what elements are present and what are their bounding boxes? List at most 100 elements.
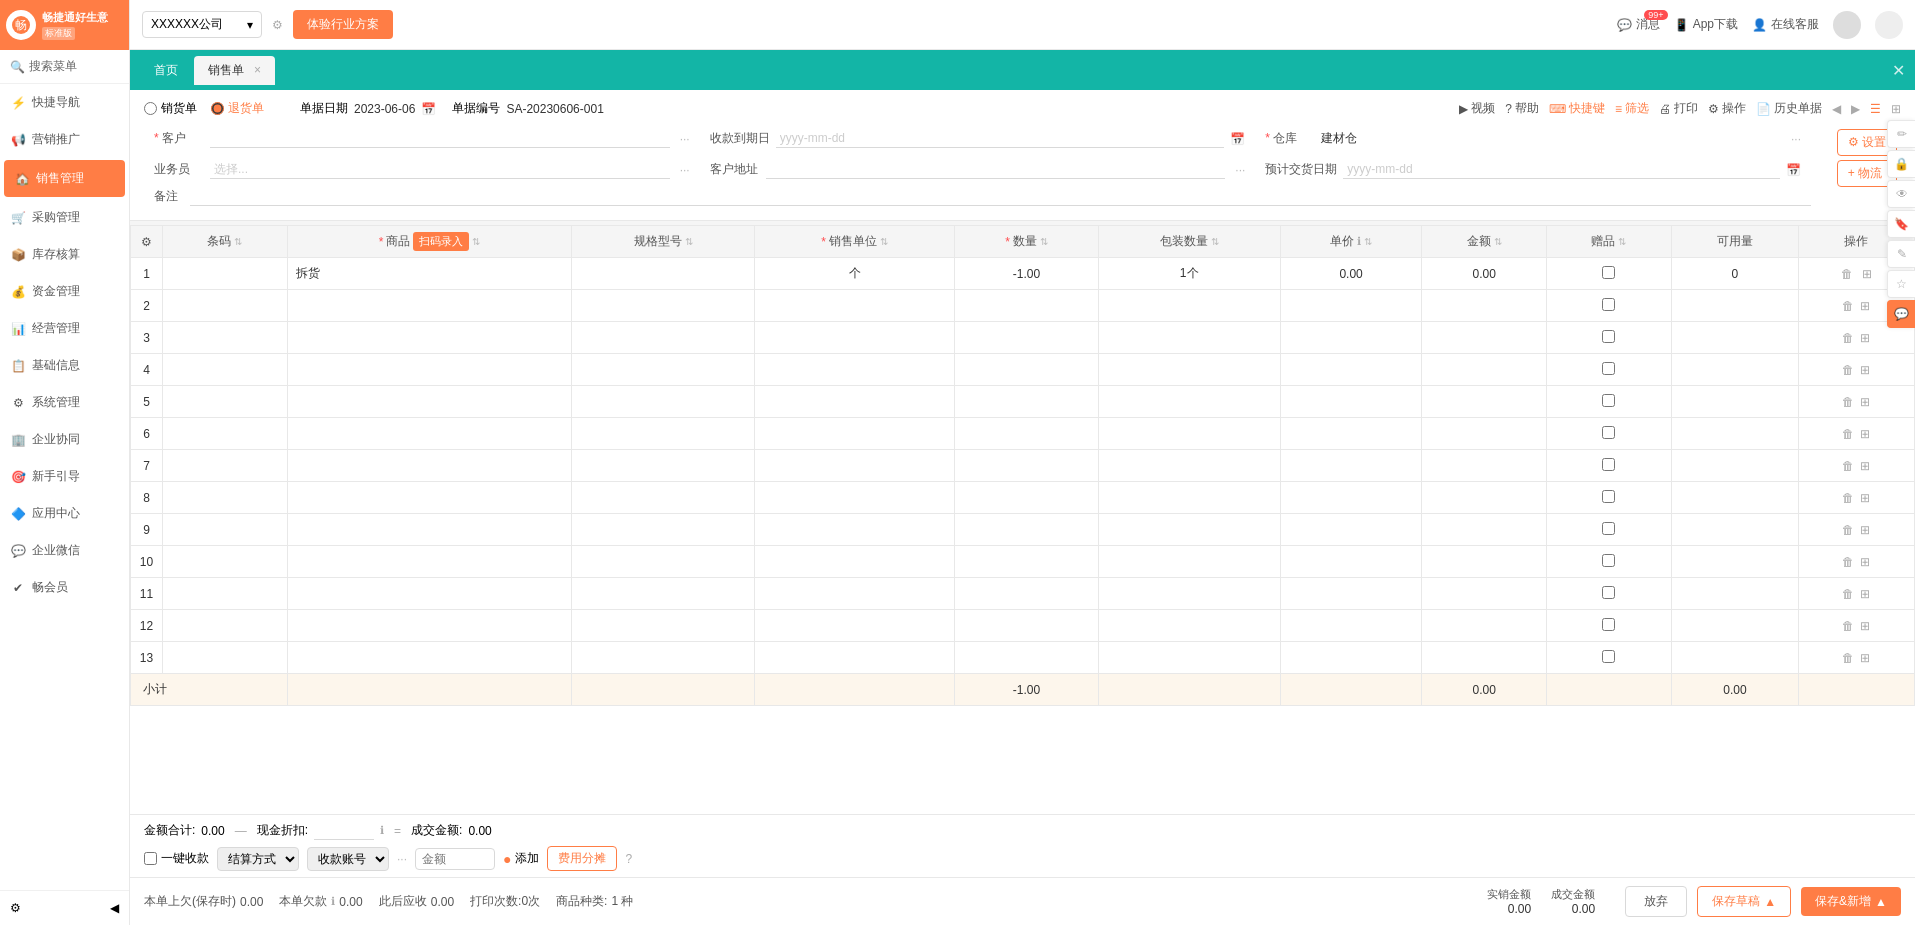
salesperson-input[interactable] — [210, 160, 670, 179]
expected-date-calendar-icon[interactable]: 📅 — [1786, 163, 1801, 177]
filter-btn[interactable]: ≡ 筛选 — [1615, 100, 1649, 117]
shortcut-btn[interactable]: ⌨ 快捷键 — [1549, 100, 1605, 117]
notes-input[interactable] — [190, 187, 1811, 206]
grid-view-icon[interactable]: ⊞ — [1891, 102, 1901, 116]
save-draft-button[interactable]: 保存草稿 ▲ — [1697, 886, 1791, 917]
scan-button[interactable]: 扫码录入 — [413, 232, 469, 251]
tab-home[interactable]: 首页 — [140, 56, 192, 85]
pkg-qty-sort-icon[interactable]: ⇅ — [1211, 236, 1219, 247]
next-icon[interactable]: ▶ — [1851, 102, 1860, 116]
tab-close-icon[interactable]: × — [254, 63, 261, 77]
print-btn[interactable]: 🖨 打印 — [1659, 100, 1698, 117]
tab-sales[interactable]: 销售单 × — [194, 56, 275, 85]
delete-icon[interactable]: 🗑 — [1842, 459, 1854, 473]
page-close-icon[interactable]: ✕ — [1892, 61, 1905, 80]
sidebar-item-sales[interactable]: 🏠 销售管理 — [4, 160, 125, 197]
avatar[interactable] — [1833, 11, 1861, 39]
sidebar-item-wechat[interactable]: 💬 企业微信 — [0, 532, 129, 569]
salesperson-more-icon[interactable]: ··· — [680, 163, 690, 177]
copy-icon[interactable]: ⊞ — [1860, 459, 1870, 473]
copy-icon[interactable]: ⊞ — [1860, 363, 1870, 377]
sidebar-item-appstore[interactable]: 🔷 应用中心 — [0, 495, 129, 532]
sales-order-radio[interactable]: 销货单 — [144, 100, 197, 117]
pay-checkbox[interactable]: 一键收款 — [144, 850, 209, 867]
amount-sort-icon[interactable]: ⇅ — [1494, 236, 1502, 247]
sidebar-item-member[interactable]: ✔ 畅会员 — [0, 569, 129, 606]
pay-checkbox-input[interactable] — [144, 852, 157, 865]
abandon-button[interactable]: 放弃 — [1625, 886, 1687, 917]
discount-input[interactable] — [314, 821, 374, 840]
spec-sort-icon[interactable]: ⇅ — [685, 236, 693, 247]
history-btn[interactable]: 📄 历史单据 — [1756, 100, 1822, 117]
gift-sort-icon[interactable]: ⇅ — [1618, 236, 1626, 247]
sidebar-item-inventory[interactable]: 📦 库存核算 — [0, 236, 129, 273]
prev-icon[interactable]: ◀ — [1832, 102, 1841, 116]
row-unit-1[interactable]: 个 — [754, 258, 955, 290]
delete-icon[interactable]: 🗑 — [1842, 299, 1854, 313]
row-gift-1[interactable] — [1547, 258, 1672, 290]
app-download-btn[interactable]: 📱 App下载 — [1674, 16, 1738, 33]
message-btn[interactable]: 💬 消息 99+ — [1617, 16, 1660, 33]
row-barcode-1[interactable] — [163, 258, 288, 290]
delete-icon[interactable]: 🗑 — [1842, 619, 1854, 633]
copy-icon[interactable]: ⊞ — [1860, 299, 1870, 313]
customer-addr-input[interactable] — [766, 160, 1226, 179]
float-item-7[interactable]: 💬 — [1887, 300, 1915, 328]
delete-icon[interactable]: 🗑 — [1842, 363, 1854, 377]
collapse-icon[interactable]: ◀ — [110, 901, 119, 915]
float-item-2[interactable]: 🔒 — [1887, 150, 1915, 178]
trial-button[interactable]: 体验行业方案 — [293, 10, 393, 39]
float-item-5[interactable]: ✎ — [1887, 240, 1915, 268]
expected-date-input[interactable] — [1343, 160, 1780, 179]
due-date-input[interactable] — [776, 129, 1225, 148]
video-btn[interactable]: ▶ 视频 — [1459, 100, 1495, 117]
copy-icon[interactable]: ⊞ — [1860, 619, 1870, 633]
float-item-4[interactable]: 🔖 — [1887, 210, 1915, 238]
company-select[interactable]: XXXXXX公司 ▾ — [142, 11, 262, 38]
column-settings-icon[interactable]: ⚙ — [141, 235, 152, 249]
sidebar-item-system[interactable]: ⚙ 系统管理 — [0, 384, 129, 421]
customer-more-icon[interactable]: ··· — [680, 132, 690, 146]
sidebar-item-marketing[interactable]: 📢 营销推广 — [0, 121, 129, 158]
delete-icon[interactable]: 🗑 — [1842, 555, 1854, 569]
copy-icon[interactable]: ⊞ — [1860, 651, 1870, 665]
barcode-sort-icon[interactable]: ⇅ — [234, 236, 242, 247]
warehouse-more-icon[interactable]: ··· — [1791, 132, 1801, 146]
amount-input[interactable] — [415, 848, 495, 870]
sidebar-item-basic[interactable]: 📋 基础信息 — [0, 347, 129, 384]
sidebar-item-guide[interactable]: 🎯 新手引导 — [0, 458, 129, 495]
copy-icon[interactable]: ⊞ — [1860, 523, 1870, 537]
save-new-button[interactable]: 保存&新增 ▲ — [1801, 887, 1901, 916]
return-order-radio[interactable]: 退货单 — [211, 100, 264, 117]
copy-icon[interactable]: ⊞ — [1860, 555, 1870, 569]
sidebar-item-quick-nav[interactable]: ⚡ 快捷导航 — [0, 84, 129, 121]
account-select[interactable]: 收款账号 — [307, 847, 389, 871]
row-price-1[interactable]: 0.00 — [1280, 258, 1422, 290]
delete-icon[interactable]: 🗑 — [1842, 491, 1854, 505]
copy-icon[interactable]: ⊞ — [1860, 395, 1870, 409]
delete-icon[interactable]: 🗑 — [1842, 587, 1854, 601]
settle-method-select[interactable]: 结算方式 — [217, 847, 299, 871]
account-more-icon[interactable]: ··· — [397, 852, 407, 866]
delete-icon[interactable]: 🗑 — [1842, 395, 1854, 409]
action-btn[interactable]: ⚙ 操作 — [1708, 100, 1746, 117]
row-qty-1[interactable]: -1.00 — [955, 258, 1098, 290]
fee-button[interactable]: 费用分摊 — [547, 846, 617, 871]
float-item-1[interactable]: ✏ — [1887, 120, 1915, 148]
qty-sort-icon[interactable]: ⇅ — [1040, 236, 1048, 247]
float-item-3[interactable]: 👁 — [1887, 180, 1915, 208]
sidebar-item-enterprise[interactable]: 🏢 企业协同 — [0, 421, 129, 458]
sidebar-item-finance[interactable]: 💰 资金管理 — [0, 273, 129, 310]
date-calendar-icon[interactable]: 📅 — [421, 102, 436, 116]
balance-info-icon[interactable]: ℹ — [331, 895, 335, 908]
delete-icon-1[interactable]: 🗑 — [1841, 267, 1853, 281]
customer-addr-more-icon[interactable]: ··· — [1235, 163, 1245, 177]
list-view-icon[interactable]: ☰ — [1870, 102, 1881, 116]
delete-icon[interactable]: 🗑 — [1842, 523, 1854, 537]
row-product-1[interactable]: 拆货 — [287, 258, 572, 290]
search-menu[interactable]: 🔍 搜索菜单 — [0, 50, 129, 84]
product-sort-icon[interactable]: ⇅ — [472, 236, 480, 247]
copy-icon-1[interactable]: ⊞ — [1862, 267, 1872, 281]
discount-info-icon[interactable]: ℹ — [380, 824, 384, 837]
delete-icon[interactable]: 🗑 — [1842, 651, 1854, 665]
